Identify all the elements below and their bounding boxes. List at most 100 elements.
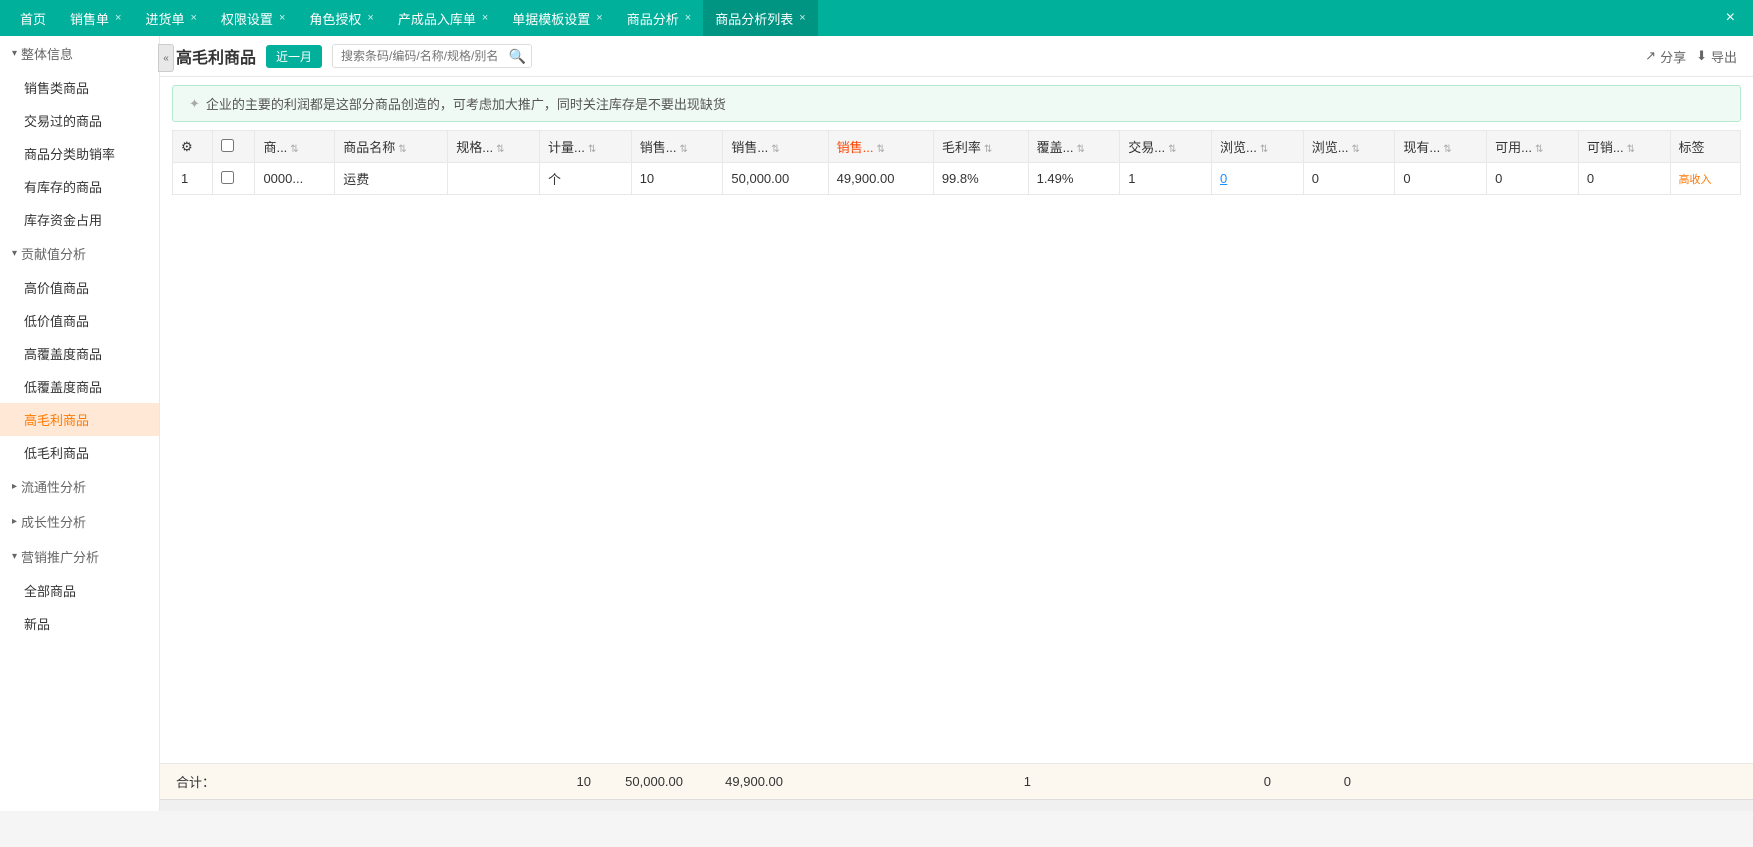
close-roles-tab[interactable]: ×: [367, 12, 373, 24]
sidebar-item-high-coverage[interactable]: 高覆盖度商品: [0, 337, 159, 370]
horizontal-scrollbar[interactable]: [160, 799, 1753, 811]
notice-icon: ✦: [189, 96, 200, 112]
col-transactions[interactable]: 交易...⇅: [1120, 131, 1212, 163]
row-current-stock: 0: [1395, 163, 1487, 195]
row-sellable: 0: [1578, 163, 1670, 195]
top-navigation: 首页 销售单 × 进货单 × 权限设置 × 角色授权 × 产成品入库单 × 单据…: [0, 0, 1753, 36]
sidebar-group-overall[interactable]: ▾ 整体信息: [0, 36, 159, 71]
col-sellable[interactable]: 可销...⇅: [1578, 131, 1670, 163]
row-checkbox[interactable]: [213, 163, 255, 195]
row-index: 1: [173, 163, 213, 195]
close-product-entry-tab[interactable]: ×: [482, 12, 488, 24]
col-sales-qty[interactable]: 销售...⇅: [631, 131, 723, 163]
row-tag: 高收入: [1670, 163, 1740, 195]
footer-sales-cost: 49,900.00: [691, 774, 791, 789]
close-analysis-tab[interactable]: ×: [685, 12, 691, 24]
share-label: 分享: [1660, 47, 1686, 66]
products-table: ⚙ 商...⇅ 商品名称⇅ 规格...⇅ 计量...⇅ 销售...⇅ 销售...…: [172, 130, 1741, 195]
sidebar-group-contribution[interactable]: ▾ 贡献值分析: [0, 236, 159, 271]
nav-tab-product-entry[interactable]: 产成品入库单 ×: [386, 0, 500, 36]
nav-tab-analysis-list[interactable]: 商品分析列表 ×: [703, 0, 817, 36]
sidebar-item-low-coverage[interactable]: 低覆盖度商品: [0, 370, 159, 403]
share-button[interactable]: ↗ 分享: [1645, 47, 1686, 66]
nav-tab-sales[interactable]: 销售单 ×: [58, 0, 133, 36]
col-name[interactable]: 商品名称⇅: [335, 131, 448, 163]
nav-tab-roles-label: 角色授权: [309, 9, 361, 28]
notice-text: 企业的主要的利润都是这部分商品创造的，可考虑加大推广，同时关注库存是不要出现缺货: [206, 94, 726, 113]
table-footer: 合计： 10 50,000.00 49,900.00 1 0 0: [160, 763, 1753, 799]
col-views2[interactable]: 浏览...⇅: [1303, 131, 1395, 163]
group-arrow-overall: ▾: [12, 48, 17, 59]
sidebar-group-growth[interactable]: ▸ 成长性分析: [0, 504, 159, 539]
sidebar-item-all-goods[interactable]: 全部商品: [0, 574, 159, 607]
col-gross-margin[interactable]: 毛利率⇅: [933, 131, 1028, 163]
row-name: 运费: [335, 163, 448, 195]
nav-tab-analysis[interactable]: 商品分析 ×: [615, 0, 703, 36]
search-input[interactable]: [332, 44, 532, 68]
export-button[interactable]: ⬇ 导出: [1696, 47, 1737, 66]
footer-transactions: 1: [951, 774, 1031, 789]
footer-current-stock: 0: [1191, 774, 1271, 789]
footer-label: 合计：: [176, 772, 215, 791]
close-permissions-tab[interactable]: ×: [279, 12, 285, 24]
col-settings[interactable]: ⚙: [173, 131, 213, 163]
col-views1[interactable]: 浏览...⇅: [1212, 131, 1304, 163]
col-sales-cost[interactable]: 销售...⇅: [828, 131, 933, 163]
col-unit[interactable]: 计量...⇅: [539, 131, 631, 163]
col-coverage[interactable]: 覆盖...⇅: [1028, 131, 1120, 163]
row-views1[interactable]: 0: [1212, 163, 1304, 195]
group-label-growth: 成长性分析: [21, 512, 86, 531]
sidebar-group-circulation[interactable]: ▸ 流通性分析: [0, 469, 159, 504]
sidebar-item-category-rate[interactable]: 商品分类助销率: [0, 137, 159, 170]
group-arrow-circulation: ▸: [12, 481, 17, 492]
window-close-button[interactable]: ×: [1716, 9, 1745, 27]
sidebar-item-low-value[interactable]: 低价值商品: [0, 304, 159, 337]
nav-tab-purchase[interactable]: 进货单 ×: [133, 0, 208, 36]
col-sales-amt[interactable]: 销售...⇅: [723, 131, 828, 163]
sidebar-item-high-margin[interactable]: 高毛利商品: [0, 403, 159, 436]
select-all-checkbox[interactable]: [221, 139, 234, 152]
nav-tab-home[interactable]: 首页: [8, 0, 58, 36]
close-analysis-list-tab[interactable]: ×: [799, 12, 805, 24]
content-area: 高毛利商品 近一月 🔍 ↗ 分享 ⬇ 导出 ✦ 企业的主要的利润都是这部分商品创…: [160, 36, 1753, 811]
close-sales-tab[interactable]: ×: [115, 12, 121, 24]
header-actions: ↗ 分享 ⬇ 导出: [1645, 47, 1737, 66]
col-current-stock[interactable]: 现有...⇅: [1395, 131, 1487, 163]
sidebar-item-new-goods[interactable]: 新品: [0, 607, 159, 640]
group-arrow-growth: ▸: [12, 516, 17, 527]
sidebar-group-marketing[interactable]: ▾ 营销推广分析: [0, 539, 159, 574]
nav-tab-roles[interactable]: 角色授权 ×: [297, 0, 385, 36]
sidebar-item-stocked-goods[interactable]: 有库存的商品: [0, 170, 159, 203]
share-icon: ↗: [1645, 48, 1656, 64]
close-template-tab[interactable]: ×: [596, 12, 602, 24]
group-label-circulation: 流通性分析: [21, 477, 86, 496]
sidebar-item-sales-goods[interactable]: 销售类商品: [0, 71, 159, 104]
col-spec[interactable]: 规格...⇅: [448, 131, 540, 163]
sidebar-item-traded-goods[interactable]: 交易过的商品: [0, 104, 159, 137]
group-arrow-marketing: ▾: [12, 551, 17, 562]
sidebar-item-stock-capital[interactable]: 库存资金占用: [0, 203, 159, 236]
search-icon-button[interactable]: 🔍: [509, 48, 526, 65]
nav-tab-sales-label: 销售单: [70, 9, 109, 28]
close-purchase-tab[interactable]: ×: [190, 12, 196, 24]
col-tag: 标签: [1670, 131, 1740, 163]
row-unit: 个: [539, 163, 631, 195]
group-label-contribution: 贡献值分析: [21, 244, 86, 263]
page-title: 高毛利商品: [176, 44, 256, 68]
sidebar: ▾ 整体信息 销售类商品 交易过的商品 商品分类助销率 有库存的商品 库存资金占…: [0, 36, 160, 811]
nav-tab-permissions[interactable]: 权限设置 ×: [209, 0, 297, 36]
group-arrow-contribution: ▾: [12, 248, 17, 259]
col-checkbox[interactable]: [213, 131, 255, 163]
col-available[interactable]: 可用...⇅: [1487, 131, 1579, 163]
table-container[interactable]: ⚙ 商...⇅ 商品名称⇅ 规格...⇅ 计量...⇅ 销售...⇅ 销售...…: [160, 130, 1753, 763]
col-code[interactable]: 商...⇅: [255, 131, 335, 163]
collapse-sidebar-button[interactable]: «: [158, 44, 174, 72]
filter-recent-month-button[interactable]: 近一月: [266, 45, 322, 68]
notice-bar: ✦ 企业的主要的利润都是这部分商品创造的，可考虑加大推广，同时关注库存是不要出现…: [172, 85, 1741, 122]
nav-tab-template[interactable]: 单据模板设置 ×: [500, 0, 614, 36]
nav-tab-analysis-list-label: 商品分析列表: [715, 9, 793, 28]
sidebar-item-low-margin[interactable]: 低毛利商品: [0, 436, 159, 469]
content-header: 高毛利商品 近一月 🔍 ↗ 分享 ⬇ 导出: [160, 36, 1753, 77]
row-coverage: 1.49%: [1028, 163, 1120, 195]
sidebar-item-high-value[interactable]: 高价值商品: [0, 271, 159, 304]
